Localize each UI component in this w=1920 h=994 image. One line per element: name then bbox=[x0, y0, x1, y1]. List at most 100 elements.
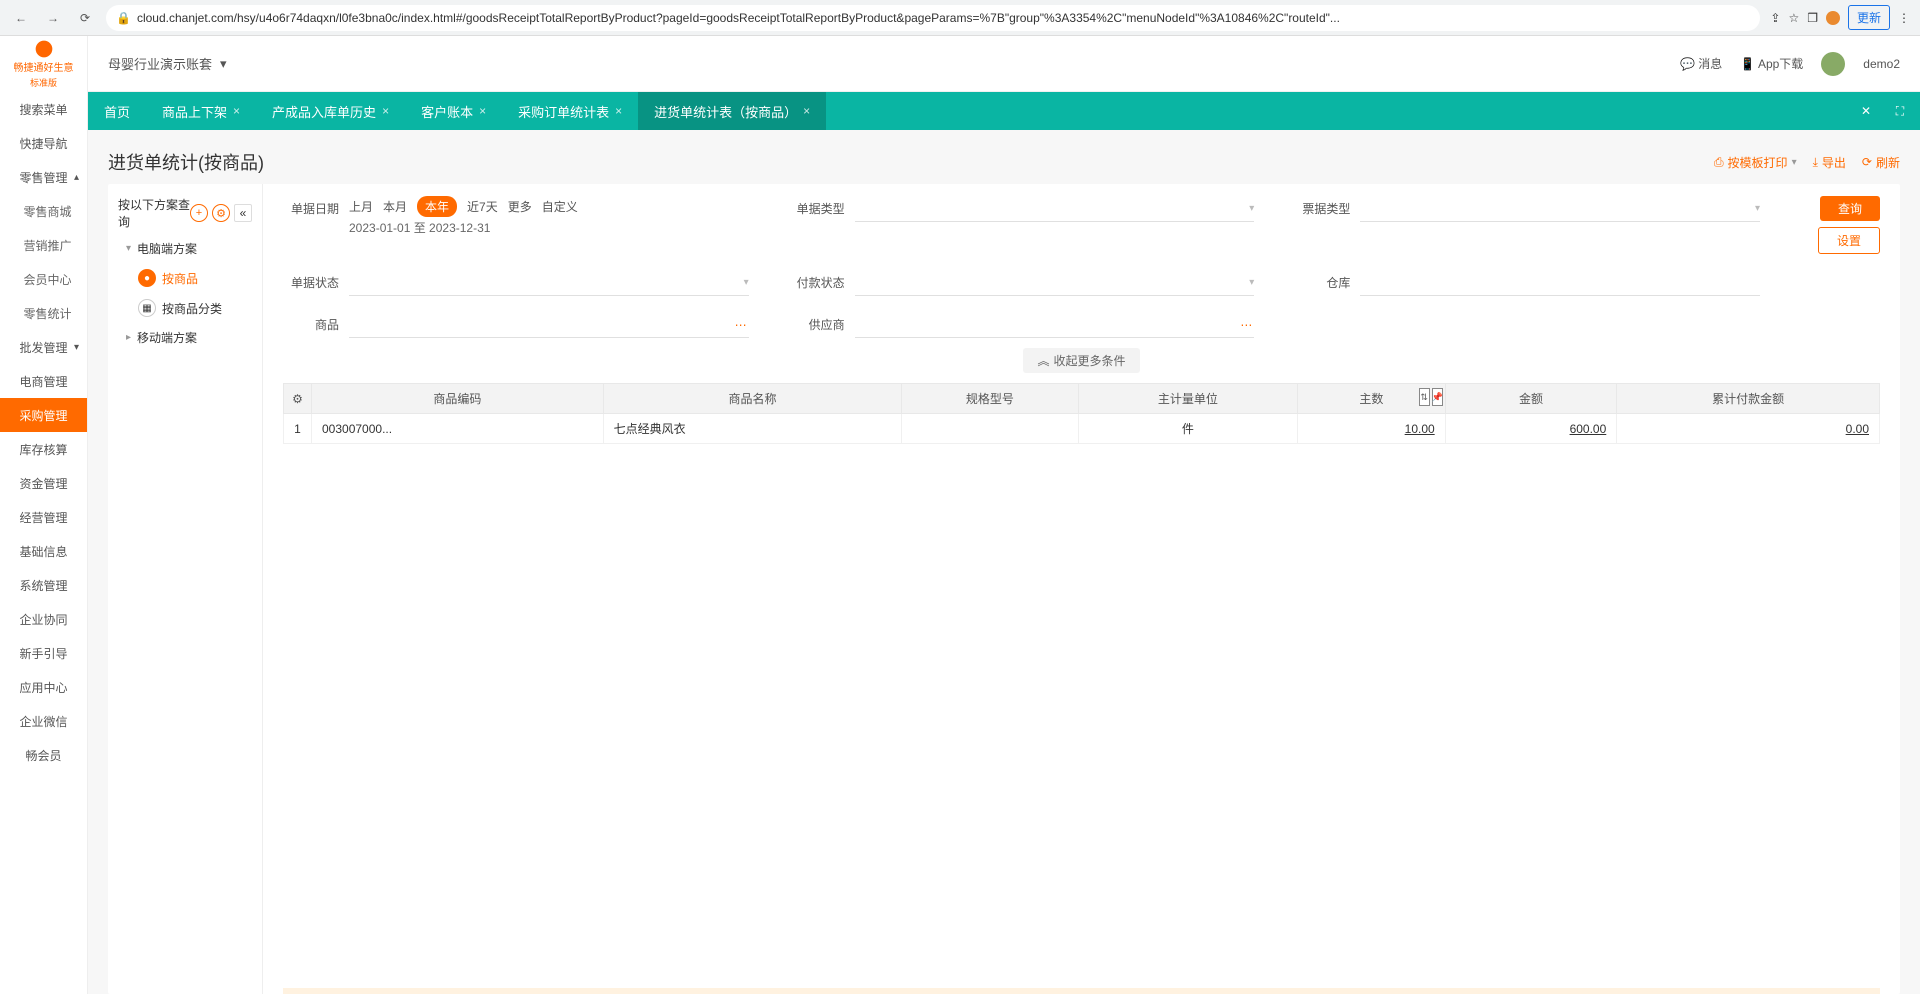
tree-pc[interactable]: ▾电脑端方案 bbox=[108, 234, 262, 263]
url-bar[interactable]: 🔒 cloud.chanjet.com/hsy/u4o6r74daqxn/l0f… bbox=[106, 5, 1760, 31]
sidebar-retail-member[interactable]: 会员中心 bbox=[0, 262, 87, 296]
date-opt-active[interactable]: 本年 bbox=[417, 196, 457, 217]
sidebar-appc[interactable]: 应用中心 bbox=[0, 670, 87, 704]
sidebar-fund[interactable]: 资金管理 bbox=[0, 466, 87, 500]
th-name[interactable]: 商品名称 bbox=[603, 384, 902, 414]
tree-by-product[interactable]: ●按商品 bbox=[108, 263, 262, 293]
sidebar-retail-promo[interactable]: 营销推广 bbox=[0, 228, 87, 262]
chevron-up-icon: ▴ bbox=[74, 172, 79, 183]
sidebar-basic[interactable]: 基础信息 bbox=[0, 534, 87, 568]
sidebar-biz[interactable]: 经营管理 bbox=[0, 500, 87, 534]
date-opt[interactable]: 上月 bbox=[349, 198, 373, 215]
th-code[interactable]: 商品编码 bbox=[312, 384, 604, 414]
more-icon[interactable]: ⋯ bbox=[735, 318, 749, 332]
date-opt[interactable]: 本月 bbox=[383, 198, 407, 215]
sidebar-coop[interactable]: 企业协同 bbox=[0, 602, 87, 636]
collapse-panel-icon[interactable]: « bbox=[234, 204, 252, 222]
message-link[interactable]: 💬 消息 bbox=[1680, 55, 1722, 72]
sidebar-vip[interactable]: 畅会员 bbox=[0, 738, 87, 772]
cell-code: 003007000... bbox=[312, 414, 604, 444]
refresh-button[interactable]: ⟳ 刷新 bbox=[1862, 154, 1900, 171]
sidebar-quick[interactable]: 快捷导航 bbox=[0, 126, 87, 160]
th-qty[interactable]: 主数 ⇅📌 bbox=[1298, 384, 1446, 414]
tickettype-select[interactable]: ▾ bbox=[1360, 196, 1760, 222]
sidebar-retail-mall[interactable]: 零售商城 bbox=[0, 194, 87, 228]
date-opt[interactable]: 自定义 bbox=[542, 198, 578, 215]
tab-item[interactable]: 采购订单统计表× bbox=[502, 92, 638, 130]
sidebar-retail-stats[interactable]: 零售统计 bbox=[0, 296, 87, 330]
tab-item-active[interactable]: 进货单统计表（按商品）× bbox=[638, 92, 826, 130]
menu-icon[interactable]: ⋮ bbox=[1898, 11, 1910, 25]
date-opt[interactable]: 更多 bbox=[508, 198, 532, 215]
close-icon[interactable]: × bbox=[803, 104, 810, 118]
label-product: 商品 bbox=[283, 312, 339, 333]
table-row[interactable]: 1 003007000... 七点经典风衣 件 10.00 600.00 0.0… bbox=[284, 414, 1880, 444]
close-icon[interactable]: × bbox=[479, 104, 486, 118]
collapse-filters-button[interactable]: ︽ 收起更多条件 bbox=[1023, 348, 1139, 373]
puzzle-icon[interactable]: ❐ bbox=[1807, 11, 1818, 25]
docstatus-select[interactable]: ▾ bbox=[349, 270, 749, 296]
sort-icon[interactable]: ⇅ bbox=[1419, 388, 1430, 406]
sidebar: 畅捷通好生意 标准版 搜索菜单 快捷导航 零售管理▴ 零售商城 营销推广 会员中… bbox=[0, 36, 88, 994]
org-select[interactable]: 母婴行业演示账套 ▾ bbox=[108, 54, 227, 73]
date-range: 2023-01-01 至 2023-12-31 bbox=[349, 219, 749, 236]
paystatus-select[interactable]: ▾ bbox=[855, 270, 1255, 296]
reload-icon[interactable]: ⟳ bbox=[74, 7, 96, 29]
cell-qty[interactable]: 10.00 bbox=[1298, 414, 1446, 444]
fullscreen-icon[interactable]: ⛶ bbox=[1886, 97, 1914, 125]
query-button[interactable]: 查询 bbox=[1820, 196, 1880, 221]
product-select[interactable]: ⋯ bbox=[349, 312, 749, 338]
cell-amount[interactable]: 600.00 bbox=[1445, 414, 1617, 444]
tree-mobile[interactable]: ▸移动端方案 bbox=[108, 323, 262, 352]
pin-icon[interactable]: 📌 bbox=[1432, 388, 1443, 406]
add-scheme-icon[interactable]: + bbox=[190, 204, 208, 222]
close-icon[interactable]: × bbox=[233, 104, 240, 118]
doctype-select[interactable]: ▾ bbox=[855, 196, 1255, 222]
chevron-down-icon: ▾ bbox=[74, 342, 79, 353]
more-icon[interactable]: ⋯ bbox=[1240, 318, 1254, 332]
browser-bar: ← → ⟳ 🔒 cloud.chanjet.com/hsy/u4o6r74daq… bbox=[0, 0, 1920, 36]
url-text: cloud.chanjet.com/hsy/u4o6r74daqxn/l0fe3… bbox=[137, 11, 1340, 25]
sidebar-guide[interactable]: 新手引导 bbox=[0, 636, 87, 670]
th-gear[interactable]: ⚙ bbox=[284, 384, 312, 414]
th-spec[interactable]: 规格型号 bbox=[902, 384, 1078, 414]
back-icon[interactable]: ← bbox=[10, 7, 32, 29]
close-icon[interactable]: × bbox=[382, 104, 389, 118]
avatar[interactable] bbox=[1821, 52, 1845, 76]
cell-spec bbox=[902, 414, 1078, 444]
close-icon[interactable]: × bbox=[615, 104, 622, 118]
cell-paid[interactable]: 0.00 bbox=[1617, 414, 1880, 444]
sidebar-search[interactable]: 搜索菜单 bbox=[0, 92, 87, 126]
data-table: ⚙ 商品编码 商品名称 规格型号 主计量单位 主数 ⇅📌 金额 bbox=[283, 383, 1880, 444]
sidebar-ecom[interactable]: 电商管理 bbox=[0, 364, 87, 398]
app-download-link[interactable]: 📱 App下载 bbox=[1740, 55, 1803, 72]
forward-icon[interactable]: → bbox=[42, 7, 64, 29]
brand-logo: 畅捷通好生意 标准版 bbox=[0, 36, 87, 92]
close-all-icon[interactable]: ✕ bbox=[1852, 97, 1880, 125]
star-icon[interactable]: ☆ bbox=[1788, 11, 1799, 25]
export-button[interactable]: ⤓ 导出 bbox=[1813, 154, 1846, 171]
th-unit[interactable]: 主计量单位 bbox=[1078, 384, 1297, 414]
date-opt[interactable]: 近7天 bbox=[467, 198, 498, 215]
tab-item[interactable]: 客户账本× bbox=[405, 92, 502, 130]
sidebar-wx[interactable]: 企业微信 bbox=[0, 704, 87, 738]
warehouse-select[interactable] bbox=[1360, 270, 1760, 296]
th-paid[interactable]: 累计付款金额 bbox=[1617, 384, 1880, 414]
tab-home[interactable]: 首页 bbox=[88, 92, 146, 130]
sidebar-stock[interactable]: 库存核算 bbox=[0, 432, 87, 466]
share-icon[interactable]: ⇪ bbox=[1770, 11, 1780, 25]
print-button[interactable]: ⎙ 按模板打印 ▾ bbox=[1714, 154, 1797, 171]
sidebar-wholesale[interactable]: 批发管理▾ bbox=[0, 330, 87, 364]
profile-icon[interactable] bbox=[1826, 11, 1840, 25]
tab-item[interactable]: 产成品入库单历史× bbox=[256, 92, 405, 130]
sidebar-sys[interactable]: 系统管理 bbox=[0, 568, 87, 602]
th-amount[interactable]: 金额 bbox=[1445, 384, 1617, 414]
tree-by-category[interactable]: ▦按商品分类 bbox=[108, 293, 262, 323]
tab-item[interactable]: 商品上下架× bbox=[146, 92, 256, 130]
supplier-select[interactable]: ⋯ bbox=[855, 312, 1255, 338]
settings-button[interactable]: 设置 bbox=[1818, 227, 1880, 254]
sidebar-retail[interactable]: 零售管理▴ bbox=[0, 160, 87, 194]
gear-icon[interactable]: ⚙ bbox=[212, 204, 230, 222]
sidebar-purchase[interactable]: 采购管理 bbox=[0, 398, 87, 432]
update-button[interactable]: 更新 bbox=[1848, 5, 1890, 30]
